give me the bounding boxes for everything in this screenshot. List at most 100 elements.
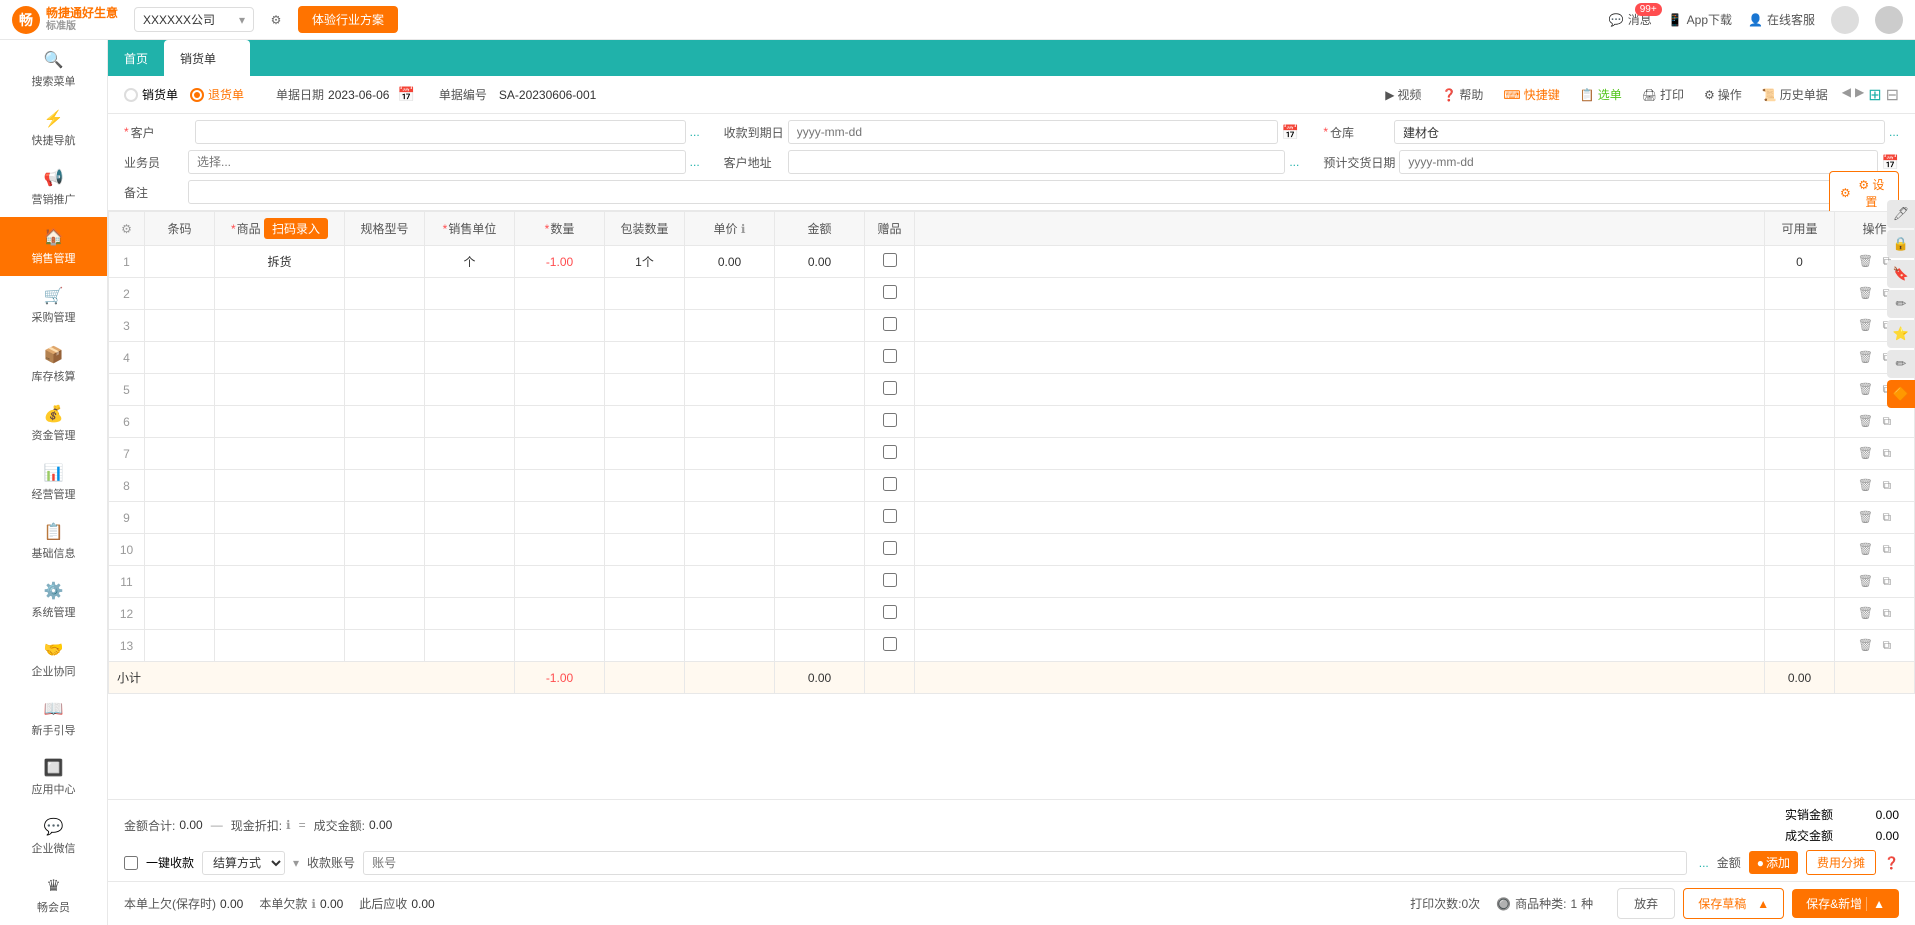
row-qty-6[interactable] [515,438,605,470]
row-qty-2[interactable] [515,310,605,342]
trial-button[interactable]: 体验行业方案 [298,6,398,33]
row-product-7[interactable] [215,470,345,502]
row-gift-2[interactable] [865,310,915,342]
row-pack-qty-8[interactable] [605,502,685,534]
product-kind[interactable]: 🔘 商品种类: 1 种 [1496,895,1593,912]
row-product-1[interactable] [215,278,345,310]
col-settings-icon[interactable]: ⚙ [121,222,132,236]
toolbar-video[interactable]: ▶ 视频 [1379,84,1427,105]
barcode-input-3[interactable] [153,351,206,365]
copy-icon-7[interactable]: ⧉ [1883,478,1892,492]
row-unit-8[interactable] [425,502,515,534]
row-spec-5[interactable] [345,406,425,438]
add-button[interactable]: ● 添加 [1749,851,1798,874]
radio-return[interactable]: 退货单 [190,86,244,103]
toolbar-print[interactable]: 🖨 打印 [1636,84,1690,105]
row-spec-12[interactable] [345,630,425,662]
save-draft-button[interactable]: 保存草稿 ▲ [1683,888,1784,919]
sidebar-item-purchase[interactable]: 🛒 采购管理 [0,276,107,335]
avatar[interactable] [1831,6,1859,34]
gift-checkbox-12[interactable] [883,637,897,651]
toolbar-history[interactable]: 📜 历史单据 [1756,84,1834,105]
right-float-btn-2[interactable]: 🔖 [1887,260,1915,288]
row-gift-5[interactable] [865,406,915,438]
copy-icon-6[interactable]: ⧉ [1883,446,1892,460]
sidebar-item-marketing[interactable]: 📢 营销推广 [0,158,107,217]
customer-dots[interactable]: ... [690,125,700,139]
row-barcode-1[interactable] [145,278,215,310]
row-spec-9[interactable] [345,534,425,566]
row-unit-price-10[interactable] [685,566,775,598]
gift-checkbox-7[interactable] [883,477,897,491]
row-barcode-9[interactable] [145,534,215,566]
row-unit-price-11[interactable] [685,598,775,630]
row-product-5[interactable] [215,406,345,438]
save-new-button[interactable]: 保存&新增 ▲ [1792,889,1899,918]
row-spec-4[interactable] [345,374,425,406]
delete-icon-10[interactable]: 🗑 [1858,574,1873,588]
barcode-input-4[interactable] [153,383,206,397]
row-pack-qty-6[interactable] [605,438,685,470]
barcode-input-2[interactable] [153,319,206,333]
sidebar-item-enterprise[interactable]: 🤝 企业协同 [0,630,107,689]
customer-address-input[interactable] [788,150,1286,174]
company-selector[interactable]: XXXXXX公司 ▾ [134,7,254,32]
row-spec-11[interactable] [345,598,425,630]
bank-account-input[interactable] [363,851,1687,875]
row-unit-1[interactable] [425,278,515,310]
delivery-calendar-icon[interactable]: 📅 [1882,154,1899,171]
copy-icon-11[interactable]: ⧉ [1883,606,1892,620]
delete-icon-11[interactable]: 🗑 [1858,606,1873,620]
row-unit-5[interactable] [425,406,515,438]
copy-icon-12[interactable]: ⧉ [1883,638,1892,652]
row-qty-10[interactable] [515,566,605,598]
barcode-input-5[interactable] [153,415,206,429]
barcode-input-11[interactable] [153,607,206,621]
right-float-btn-5[interactable]: ✏ [1887,350,1915,378]
row-spec-3[interactable] [345,342,425,374]
barcode-input-6[interactable] [153,447,206,461]
row-qty-11[interactable] [515,598,605,630]
delete-icon-6[interactable]: 🗑 [1858,446,1873,460]
delete-icon-7[interactable]: 🗑 [1858,478,1873,492]
sidebar-item-sales[interactable]: 🏠 销售管理 [0,217,107,276]
sidebar-item-app-center[interactable]: 🔲 应用中心 [0,748,107,807]
row-unit-price-4[interactable] [685,374,775,406]
tab-home[interactable]: 首页 [108,40,164,76]
row-spec-0[interactable] [345,246,425,278]
salesman-input[interactable] [188,150,686,174]
row-qty-0[interactable]: -1.00 [515,246,605,278]
row-barcode-6[interactable] [145,438,215,470]
row-product-10[interactable] [215,566,345,598]
row-amount-3[interactable] [775,342,865,374]
delete-icon-4[interactable]: 🗑 [1858,382,1873,396]
row-qty-9[interactable] [515,534,605,566]
row-gift-11[interactable] [865,598,915,630]
sidebar-item-wechat[interactable]: 💬 企业微信 [0,807,107,866]
gear-button[interactable]: ⚙ [262,6,290,34]
row-product-4[interactable] [215,374,345,406]
list-detail-view-icon[interactable]: ⊟ [1886,85,1899,105]
save-draft-arrow[interactable]: ▲ [1750,897,1769,911]
row-gift-7[interactable] [865,470,915,502]
abandon-button[interactable]: 放弃 [1617,888,1675,919]
row-qty-1[interactable] [515,278,605,310]
row-product-3[interactable] [215,342,345,374]
row-amount-7[interactable] [775,470,865,502]
discount-info-icon[interactable]: ℹ [286,818,291,832]
row-unit-12[interactable] [425,630,515,662]
row-barcode-2[interactable] [145,310,215,342]
row-gift-9[interactable] [865,534,915,566]
one-click-pay-checkbox[interactable] [124,856,138,870]
row-unit-price-8[interactable] [685,502,775,534]
expense-help-icon[interactable]: ❓ [1884,856,1899,870]
row-spec-6[interactable] [345,438,425,470]
row-unit-price-9[interactable] [685,534,775,566]
gift-checkbox-10[interactable] [883,573,897,587]
row-barcode-7[interactable] [145,470,215,502]
row-unit-price-1[interactable] [685,278,775,310]
row-unit-price-6[interactable] [685,438,775,470]
right-float-btn-3[interactable]: ✏ [1887,290,1915,318]
row-amount-12[interactable] [775,630,865,662]
table-view-icon[interactable]: ▶ [1855,85,1864,105]
